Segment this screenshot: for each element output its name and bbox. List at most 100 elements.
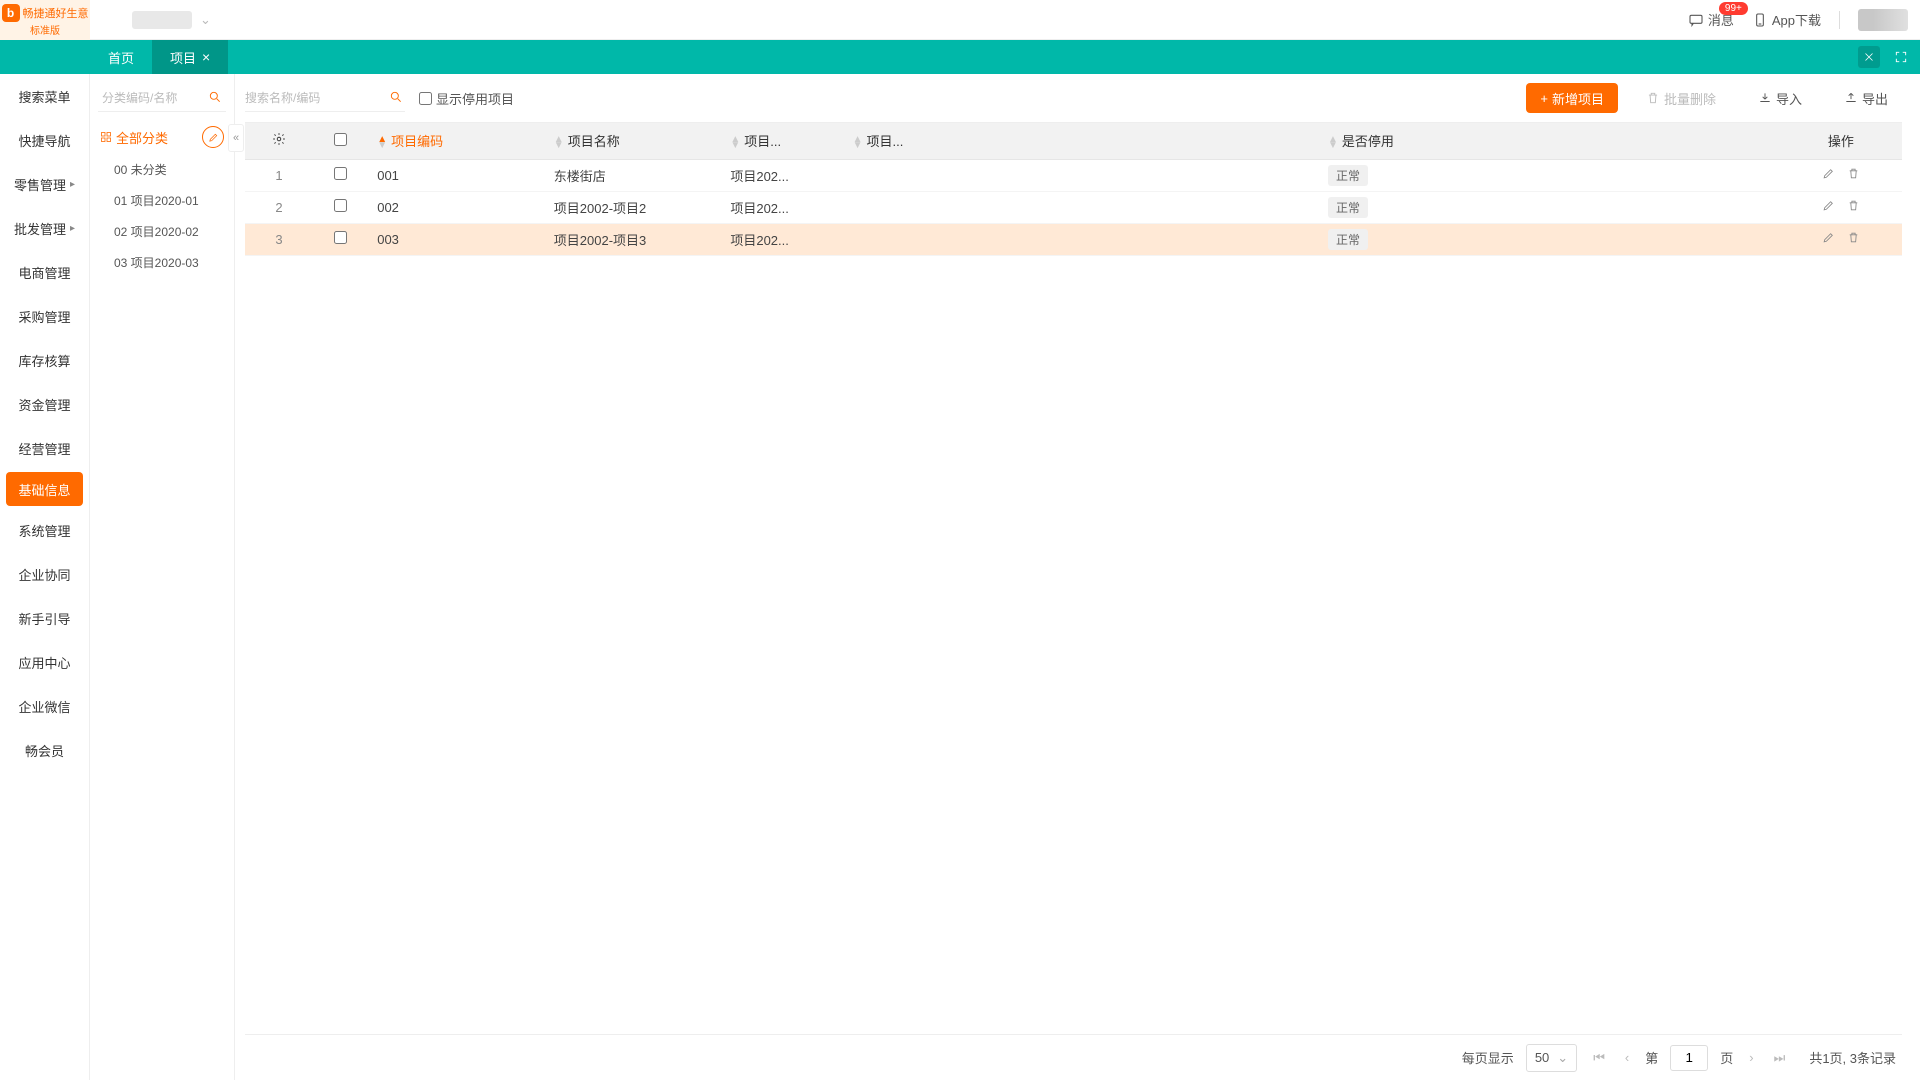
delete-row-button[interactable]: [1847, 199, 1860, 215]
category-tree-item[interactable]: 01 项目2020-01: [98, 185, 226, 216]
import-button[interactable]: 导入: [1744, 83, 1816, 113]
col-select-all[interactable]: [313, 123, 367, 159]
last-page-button[interactable]: ⏭: [1770, 1050, 1790, 1066]
prev-page-button[interactable]: ‹: [1621, 1050, 1633, 1065]
sidebar-item-11[interactable]: 企业协同: [0, 552, 89, 596]
sidebar-item-7[interactable]: 资金管理: [0, 382, 89, 426]
page-input[interactable]: [1670, 1045, 1708, 1071]
sidebar-item-5[interactable]: 采购管理: [0, 294, 89, 338]
search-icon[interactable]: [389, 90, 403, 107]
show-disabled-checkbox[interactable]: 显示停用项目: [419, 89, 514, 108]
fullscreen-button[interactable]: [1890, 46, 1912, 68]
col-extra-1[interactable]: ▲▼ 项目...: [720, 123, 842, 159]
delete-row-button[interactable]: [1847, 231, 1860, 247]
category-tree-item[interactable]: 02 项目2020-02: [98, 216, 226, 247]
pencil-icon: [1822, 199, 1835, 212]
logo-mark: b: [2, 4, 20, 22]
divider: [1839, 11, 1840, 29]
sort-icon: ▲▼: [730, 137, 740, 149]
col-extra-2[interactable]: ▲▼项目...: [843, 123, 1318, 159]
row-checkbox[interactable]: [334, 231, 347, 244]
category-edit-button[interactable]: [202, 126, 224, 148]
page-label-before: 第: [1645, 1048, 1658, 1067]
sidebar-item-2[interactable]: 零售管理▸: [0, 162, 89, 206]
row-checkbox[interactable]: [334, 199, 347, 212]
sidebar-item-8[interactable]: 经营管理: [0, 426, 89, 470]
row-name: 东楼街店: [544, 159, 721, 191]
sort-icon: ▲▼: [1328, 137, 1338, 149]
category-tree-item[interactable]: 00 未分类: [98, 154, 226, 185]
sidebar-item-3[interactable]: 批发管理▸: [0, 206, 89, 250]
sidebar-item-label: 资金管理: [18, 395, 70, 414]
col-extra2-label: 项目...: [866, 134, 903, 149]
table-row[interactable]: 2002项目2002-项目2项目202...正常: [245, 191, 1902, 223]
brand-sub: 标准版: [30, 22, 60, 37]
sidebar-item-13[interactable]: 应用中心: [0, 640, 89, 684]
company-selector[interactable]: ⌄: [132, 11, 211, 29]
sidebar-item-10[interactable]: 系统管理: [0, 508, 89, 552]
close-all-tabs-button[interactable]: [1858, 46, 1880, 68]
export-button[interactable]: 导出: [1830, 83, 1902, 113]
edit-row-button[interactable]: [1822, 231, 1835, 247]
select-all-checkbox[interactable]: [334, 133, 347, 146]
page-summary: 共1页, 3条记录: [1809, 1048, 1896, 1067]
row-code: 002: [367, 191, 544, 223]
category-panel: 全部分类 00 未分类01 项目2020-0102 项目2020-0203 项目…: [90, 74, 235, 1080]
trash-icon: [1847, 199, 1860, 212]
brand-text: 畅捷通好生意: [23, 5, 89, 21]
col-extra1-label: 项目...: [744, 134, 781, 149]
grid-icon: [100, 131, 112, 143]
expand-icon: [1894, 50, 1908, 64]
col-name[interactable]: ▲▼项目名称: [544, 123, 721, 159]
table-search-input[interactable]: [245, 84, 405, 112]
messages-link[interactable]: 消息 99+: [1688, 10, 1734, 29]
edit-row-button[interactable]: [1822, 199, 1835, 215]
x-icon: [1863, 51, 1875, 63]
col-code[interactable]: ▲▼项目编码: [367, 123, 544, 159]
row-index: 3: [245, 223, 313, 255]
col-ops: 操作: [1780, 123, 1902, 159]
table-row[interactable]: 1001东楼街店项目202...正常: [245, 159, 1902, 191]
first-page-button[interactable]: ⏮: [1589, 1050, 1609, 1066]
delete-row-button[interactable]: [1847, 167, 1860, 183]
category-search-input[interactable]: [98, 84, 226, 112]
table-row[interactable]: 3003项目2002-项目3项目202...正常: [245, 223, 1902, 255]
bulk-delete-button[interactable]: 批量删除: [1632, 83, 1730, 113]
sidebar-item-1[interactable]: 快捷导航: [0, 118, 89, 162]
user-avatar[interactable]: [1858, 9, 1908, 31]
tab-project[interactable]: 项目 ×: [152, 40, 228, 74]
show-disabled-input[interactable]: [419, 92, 432, 105]
sidebar-item-12[interactable]: 新手引导: [0, 596, 89, 640]
chevron-left-icon: «: [233, 132, 239, 144]
edit-row-button[interactable]: [1822, 167, 1835, 183]
category-root[interactable]: 全部分类: [100, 128, 168, 147]
sort-icon: ▲▼: [377, 137, 387, 149]
close-icon[interactable]: ×: [202, 49, 210, 65]
search-icon[interactable]: [208, 90, 222, 107]
main-content: 显示停用项目 + 新增项目 批量删除 导入 导出: [235, 74, 1920, 1080]
export-label: 导出: [1862, 89, 1888, 108]
row-checkbox[interactable]: [334, 167, 347, 180]
import-label: 导入: [1776, 89, 1802, 108]
sidebar-item-6[interactable]: 库存核算: [0, 338, 89, 382]
sidebar-item-0[interactable]: 搜索菜单: [0, 74, 89, 118]
sidebar-item-15[interactable]: 畅会员: [0, 728, 89, 772]
sidebar-item-4[interactable]: 电商管理: [0, 250, 89, 294]
col-status[interactable]: ▲▼是否停用: [1318, 123, 1780, 159]
sidebar-item-label: 新手引导: [18, 609, 70, 628]
tab-home[interactable]: 首页: [90, 40, 152, 74]
next-page-button[interactable]: ›: [1745, 1050, 1757, 1065]
per-page-select[interactable]: 50 ⌄: [1526, 1044, 1577, 1072]
add-project-button[interactable]: + 新增项目: [1526, 83, 1618, 113]
pencil-icon: [208, 132, 219, 143]
sort-icon: ▲▼: [554, 137, 564, 149]
sidebar-item-14[interactable]: 企业微信: [0, 684, 89, 728]
collapse-panel-button[interactable]: «: [228, 124, 244, 152]
sidebar-item-label: 库存核算: [18, 351, 70, 370]
sidebar-item-9[interactable]: 基础信息: [6, 472, 83, 506]
category-tree-item[interactable]: 03 项目2020-03: [98, 247, 226, 278]
sidebar-item-label: 系统管理: [18, 521, 70, 540]
col-settings[interactable]: [245, 123, 313, 159]
sidebar-item-label: 批发管理: [14, 219, 66, 238]
app-download-link[interactable]: App下载: [1752, 10, 1821, 29]
